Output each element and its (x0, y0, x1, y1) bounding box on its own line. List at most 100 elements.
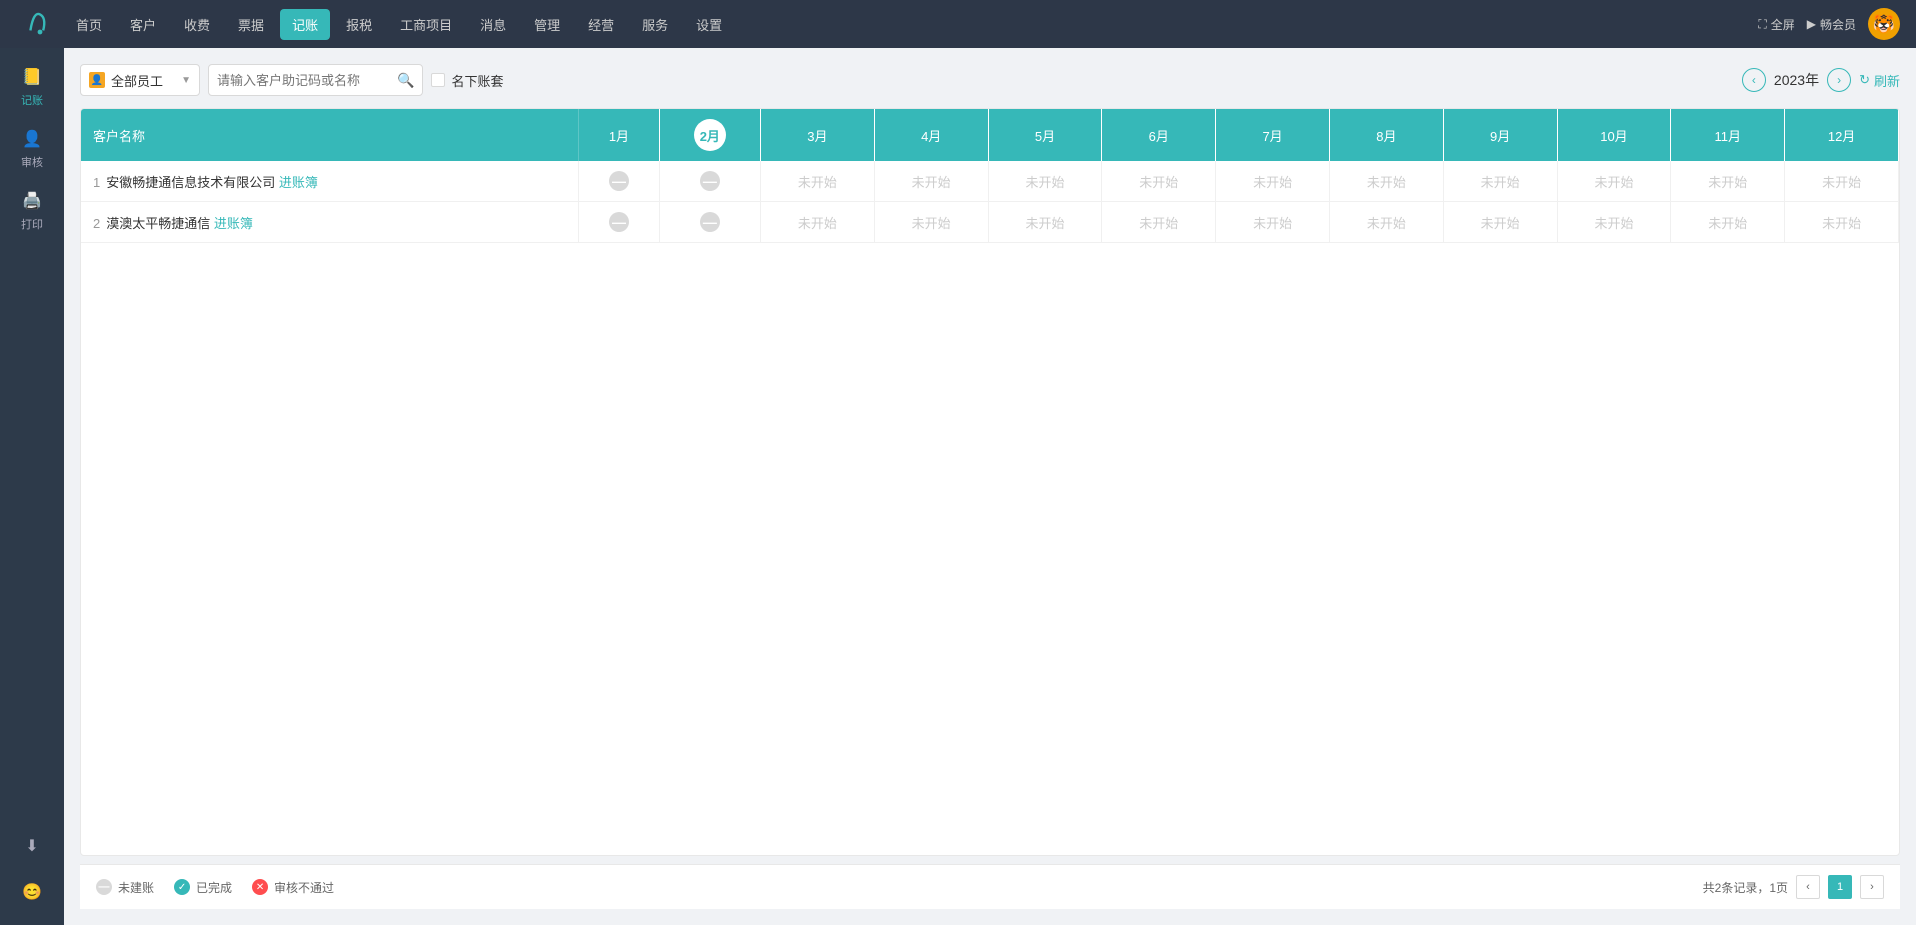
month-cell-6: 未开始 (1102, 202, 1216, 243)
th-month-1: 1月 (579, 109, 659, 161)
nav-service[interactable]: 服务 (630, 9, 680, 40)
nav-fee[interactable]: 收费 (172, 9, 222, 40)
fullscreen-button[interactable]: ⛶ 全屏 (1758, 16, 1794, 33)
month-cell-12: 未开始 (1785, 202, 1899, 243)
employee-select[interactable]: 👤 全部员工 ▼ (80, 64, 200, 96)
enter-ledger-link[interactable]: 进账簿 (279, 175, 318, 190)
refresh-button[interactable]: ↻ 刷新 (1859, 71, 1900, 90)
nav-message[interactable]: 消息 (468, 9, 518, 40)
th-month-8: 8月 (1329, 109, 1443, 161)
legend-gray-icon: — (96, 879, 112, 895)
month-cell-11: 未开始 (1671, 161, 1785, 202)
pagination-info: 共2条记录，1页 (1703, 879, 1788, 896)
status-not-started: 未开始 (1139, 175, 1178, 190)
main-table: 客户名称 1月 2月 3月 4月 5月 6月 7月 8月 9月 10月 11月 … (81, 109, 1899, 243)
sidebar-item-review[interactable]: 👤 审核 (0, 118, 64, 180)
nav-settings[interactable]: 设置 (684, 9, 734, 40)
prev-page-button[interactable]: ‹ (1796, 875, 1820, 899)
status-not-started: 未开始 (798, 175, 837, 190)
legend-not-started: — 未建账 (96, 879, 154, 896)
user-avatar[interactable]: 🐯 (1868, 8, 1900, 40)
main-layout: 📒 记账 👤 审核 🖨️ 打印 ⬇ 😊 👤 全部员工 ▼ (0, 48, 1916, 925)
client-name: 安徽畅捷通信息技术有限公司 (106, 175, 275, 190)
th-client-name: 客户名称 (81, 109, 579, 161)
status-dash-icon: — (609, 212, 629, 232)
nav-operation[interactable]: 经营 (576, 9, 626, 40)
month-cell-3: 未开始 (760, 161, 874, 202)
legend-rejected-label: 审核不通过 (274, 879, 334, 896)
client-cell: 1安徽畅捷通信息技术有限公司 进账簿 (81, 161, 579, 202)
table-row: 1安徽畅捷通信息技术有限公司 进账簿——未开始未开始未开始未开始未开始未开始未开… (81, 161, 1899, 202)
month-cell-2: — (659, 202, 760, 243)
legend-green-icon: ✓ (174, 879, 190, 895)
status-not-started: 未开始 (1822, 216, 1861, 231)
th-month-5: 5月 (988, 109, 1102, 161)
month-cell-6: 未开始 (1102, 161, 1216, 202)
legend-red-icon: ✕ (252, 879, 268, 895)
status-not-started: 未开始 (1025, 216, 1064, 231)
th-month-9: 9月 (1443, 109, 1557, 161)
nav-manage[interactable]: 管理 (522, 9, 572, 40)
year-next-button[interactable]: › (1827, 68, 1851, 92)
sidebar-item-user[interactable]: 😊 (13, 871, 51, 913)
sidebar-item-accounting[interactable]: 📒 记账 (0, 56, 64, 118)
row-index: 2 (93, 216, 100, 231)
legend-completed-label: 已完成 (196, 879, 232, 896)
vip-button[interactable]: ▶ 畅会员 (1807, 16, 1856, 33)
refresh-label: 刷新 (1874, 71, 1900, 90)
status-not-started: 未开始 (1481, 175, 1520, 190)
enter-ledger-link[interactable]: 进账簿 (214, 216, 253, 231)
status-not-started: 未开始 (1253, 216, 1292, 231)
table-wrapper: 客户名称 1月 2月 3月 4月 5月 6月 7月 8月 9月 10月 11月 … (80, 108, 1900, 856)
month-cell-10: 未开始 (1557, 202, 1671, 243)
nav-invoice[interactable]: 票据 (226, 9, 276, 40)
fullscreen-icon: ⛶ (1758, 17, 1766, 32)
nav-tax[interactable]: 报税 (334, 9, 384, 40)
nav-customer[interactable]: 客户 (118, 9, 168, 40)
month-cell-8: 未开始 (1329, 161, 1443, 202)
next-page-button[interactable]: › (1860, 875, 1884, 899)
sidebar-accounting-label: 记账 (21, 92, 43, 108)
subordinate-checkbox[interactable] (431, 73, 445, 87)
nav-industry[interactable]: 工商项目 (388, 9, 464, 40)
status-not-started: 未开始 (1594, 216, 1633, 231)
month-cell-7: 未开始 (1216, 202, 1330, 243)
status-dash-icon: — (700, 212, 720, 232)
top-nav: 首页 客户 收费 票据 记账 报税 工商项目 消息 管理 经营 服务 设置 ⛶ … (0, 0, 1916, 48)
search-input[interactable] (217, 73, 393, 88)
year-prev-button[interactable]: ‹ (1742, 68, 1766, 92)
th-month-6: 6月 (1102, 109, 1216, 161)
status-not-started: 未开始 (1253, 175, 1292, 190)
subordinate-checkbox-wrap[interactable]: 名下账套 (431, 71, 503, 90)
status-dash-icon: — (609, 171, 629, 191)
nav-home[interactable]: 首页 (64, 9, 114, 40)
year-label: 2023年 (1774, 70, 1819, 90)
month-cell-3: 未开始 (760, 202, 874, 243)
sidebar: 📒 记账 👤 审核 🖨️ 打印 ⬇ 😊 (0, 48, 64, 925)
nav-accounting[interactable]: 记账 (280, 9, 330, 40)
client-name: 漠澳太平畅捷通信 (106, 216, 210, 231)
month-cell-5: 未开始 (988, 161, 1102, 202)
current-page-button[interactable]: 1 (1828, 875, 1852, 899)
client-cell: 2 漠澳太平畅捷通信 进账簿 (81, 202, 579, 243)
month-cell-1: — (579, 202, 659, 243)
sidebar-item-download[interactable]: ⬇ (13, 825, 51, 867)
status-not-started: 未开始 (912, 216, 951, 231)
status-not-started: 未开始 (1367, 175, 1406, 190)
employee-icon: 👤 (89, 72, 105, 88)
toolbar: 👤 全部员工 ▼ 🔍 名下账套 ‹ 2023年 › ↻ 刷新 (80, 64, 1900, 96)
th-month-12: 12月 (1785, 109, 1899, 161)
th-month-10: 10月 (1557, 109, 1671, 161)
employee-select-arrow-icon: ▼ (181, 75, 191, 86)
search-button[interactable]: 🔍 (397, 72, 414, 89)
month-cell-9: 未开始 (1443, 202, 1557, 243)
month-cell-11: 未开始 (1671, 202, 1785, 243)
sidebar-item-print[interactable]: 🖨️ 打印 (0, 180, 64, 242)
month-cell-1: — (579, 161, 659, 202)
refresh-icon: ↻ (1859, 72, 1870, 88)
app-logo (16, 0, 64, 48)
status-not-started: 未开始 (1594, 175, 1633, 190)
status-not-started: 未开始 (798, 216, 837, 231)
th-month-7: 7月 (1216, 109, 1330, 161)
content-area: 👤 全部员工 ▼ 🔍 名下账套 ‹ 2023年 › ↻ 刷新 (64, 48, 1916, 925)
